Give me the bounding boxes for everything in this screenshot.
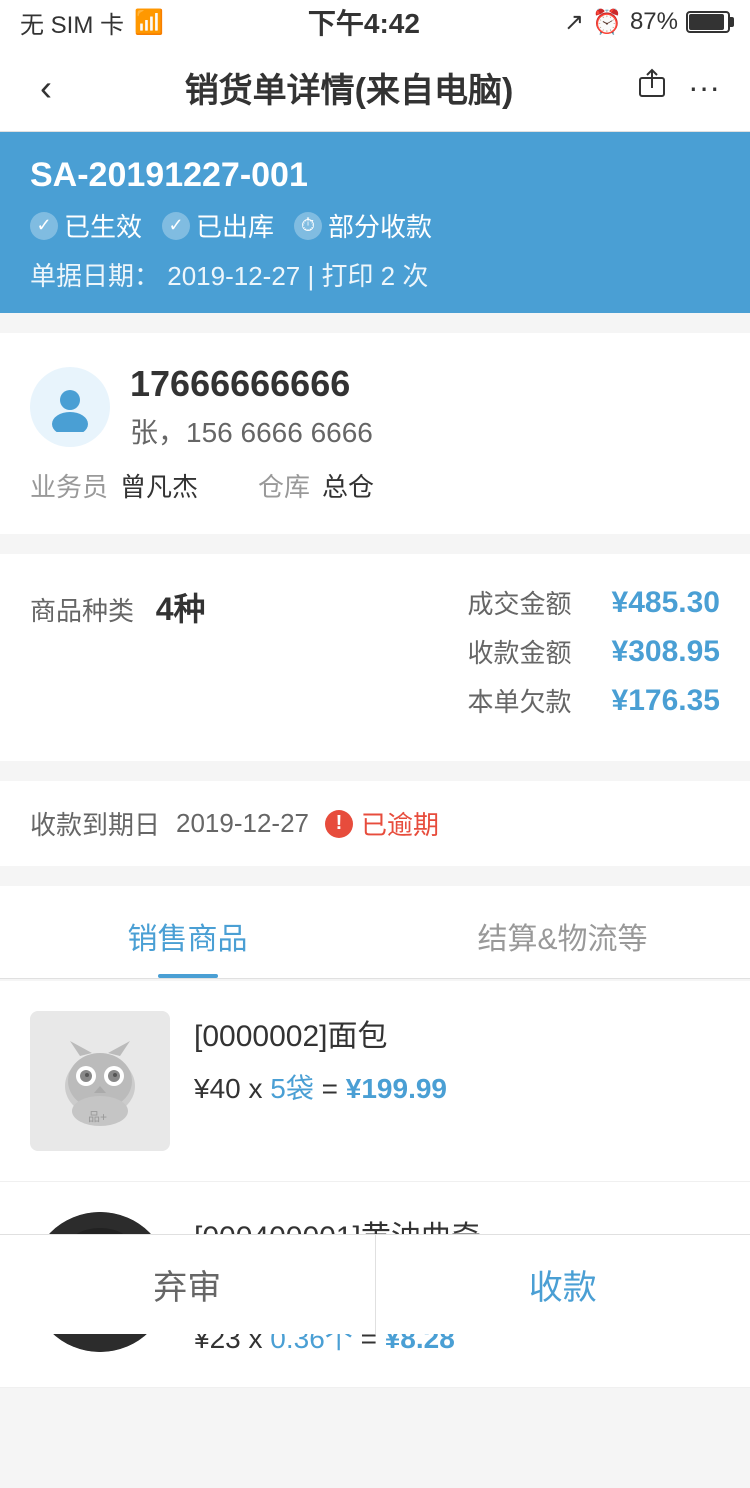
tabs-section: 销售商品 结算&物流等 bbox=[0, 886, 750, 979]
product-info-1: [0000002]面包 ¥40 x 5袋 = ¥199.99 bbox=[194, 1011, 720, 1107]
due-label: 收款到期日 bbox=[30, 805, 160, 842]
badge-partial-payment: ⏱ 部分收款 bbox=[294, 207, 432, 244]
nav-title: 销货单详情(来自电脑) bbox=[185, 63, 514, 112]
cancel-button[interactable]: 弃审 bbox=[0, 1235, 376, 1334]
more-button[interactable]: ··· bbox=[688, 69, 720, 106]
check-icon-2: ✓ bbox=[162, 212, 190, 240]
summary-right: 成交金额 ¥485.30 收款金额 ¥308.95 本单欠款 ¥176.35 bbox=[468, 584, 720, 731]
alarm-icon: ⏰ bbox=[592, 8, 622, 37]
product-price-1: ¥40 x 5袋 = ¥199.99 bbox=[194, 1067, 720, 1107]
battery-icon bbox=[686, 11, 730, 33]
overdue-icon: ! bbox=[325, 810, 353, 838]
product-item: 品+ [0000002]面包 ¥40 x 5袋 = ¥199.99 bbox=[0, 981, 750, 1182]
header-badges: ✓ 已生效 ✓ 已出库 ⏱ 部分收款 bbox=[30, 207, 720, 244]
nav-bar: ‹ 销货单详情(来自电脑) ··· bbox=[0, 44, 750, 132]
status-left: 无 SIM 卡 📶 bbox=[20, 5, 164, 40]
customer-id: 17666666666 bbox=[130, 363, 373, 405]
battery-text: 87% bbox=[630, 8, 678, 36]
header-date: 单据日期： 2019-12-27 | 打印 2 次 bbox=[30, 256, 720, 293]
badge-effective: ✓ 已生效 bbox=[30, 207, 142, 244]
share-button[interactable] bbox=[636, 68, 668, 108]
wifi-icon: 📶 bbox=[134, 8, 164, 37]
svg-text:品+: 品+ bbox=[88, 1110, 107, 1124]
check-icon-1: ✓ bbox=[30, 212, 58, 240]
product-name-1: [0000002]面包 bbox=[194, 1011, 720, 1055]
warehouse-meta: 仓库 总仓 bbox=[258, 467, 374, 504]
sales-meta: 业务员 曾凡杰 bbox=[30, 467, 198, 504]
overdue-badge: ! 已逾期 bbox=[325, 805, 439, 842]
amount-row-2: 收款金额 ¥308.95 bbox=[468, 633, 720, 670]
customer-meta: 业务员 曾凡杰 仓库 总仓 bbox=[30, 467, 720, 504]
product-image-1: 品+ bbox=[30, 1011, 170, 1151]
due-date: 2019-12-27 bbox=[176, 808, 309, 839]
badge-shipped: ✓ 已出库 bbox=[162, 207, 274, 244]
tab-sales-products[interactable]: 销售商品 bbox=[0, 886, 375, 978]
status-time: 下午4:42 bbox=[308, 2, 420, 42]
order-id: SA-20191227-001 bbox=[30, 156, 720, 195]
status-right: ↗ ⏰ 87% bbox=[564, 8, 730, 37]
bottom-bar: 弃审 收款 bbox=[0, 1234, 750, 1334]
customer-avatar bbox=[30, 367, 110, 447]
carrier-text: 无 SIM 卡 bbox=[20, 5, 124, 40]
nav-actions: ··· bbox=[636, 68, 720, 108]
summary-section: 商品种类 4种 成交金额 ¥485.30 收款金额 ¥308.95 本单欠款 ¥… bbox=[0, 554, 750, 761]
amount-row-1: 成交金额 ¥485.30 bbox=[468, 584, 720, 621]
customer-name-phone: 张，156 6666 6666 bbox=[130, 411, 373, 451]
due-section: 收款到期日 2019-12-27 ! 已逾期 bbox=[0, 781, 750, 866]
customer-row: 17666666666 张，156 6666 6666 bbox=[30, 363, 720, 451]
back-button[interactable]: ‹ bbox=[30, 57, 62, 119]
overdue-text: 已逾期 bbox=[361, 805, 439, 842]
status-bar: 无 SIM 卡 📶 下午4:42 ↗ ⏰ 87% bbox=[0, 0, 750, 44]
header-banner: SA-20191227-001 ✓ 已生效 ✓ 已出库 ⏱ 部分收款 单据日期：… bbox=[0, 132, 750, 313]
clock-icon: ⏱ bbox=[294, 212, 322, 240]
customer-section: 17666666666 张，156 6666 6666 业务员 曾凡杰 仓库 总… bbox=[0, 333, 750, 534]
customer-info: 17666666666 张，156 6666 6666 bbox=[130, 363, 373, 451]
tab-settlement[interactable]: 结算&物流等 bbox=[375, 886, 750, 978]
location-icon: ↗ bbox=[564, 8, 584, 37]
summary-left: 商品种类 4种 bbox=[30, 584, 206, 638]
tabs-row: 销售商品 结算&物流等 bbox=[0, 886, 750, 978]
confirm-button[interactable]: 收款 bbox=[376, 1235, 750, 1334]
category-label: 商品种类 4种 bbox=[30, 584, 206, 630]
amount-row-3: 本单欠款 ¥176.35 bbox=[468, 682, 720, 719]
